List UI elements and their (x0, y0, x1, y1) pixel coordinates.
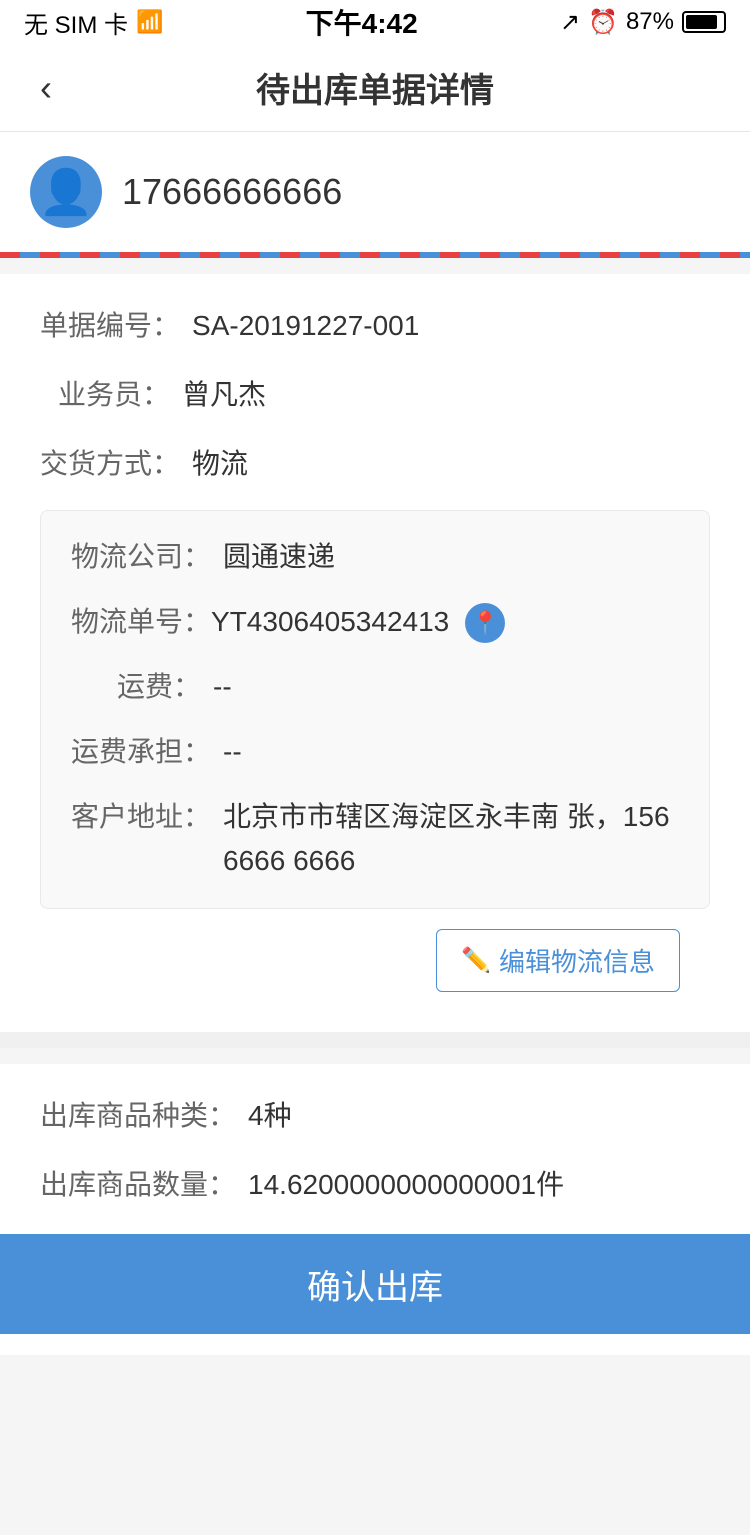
back-button[interactable]: ‹ (30, 57, 62, 119)
edit-logistics-label: 编辑物流信息 (499, 942, 655, 979)
logistics-section: 物流公司： 圆通速递 物流单号： YT4306405342413 📍 运费： -… (40, 510, 710, 909)
edit-btn-row: ✏️ 编辑物流信息 (40, 909, 710, 1002)
carrier-label: 无 SIM 卡 (24, 5, 128, 40)
freight-bearer-label: 运费承担： (71, 730, 211, 775)
order-no-row: 单据编号： SA-20191227-001 (40, 304, 710, 349)
freight-row: 运费： -- (71, 665, 679, 710)
alarm-icon: ⏰ (588, 8, 618, 37)
status-bar: 无 SIM 卡 📶 下午4:42 ↗ ⏰ 87% (0, 0, 750, 44)
freight-label: 运费： (71, 665, 201, 710)
nav-bar: ‹ 待出库单据详情 (0, 44, 750, 132)
section-divider (0, 1032, 750, 1048)
map-pin-icon: 📍 (472, 605, 499, 640)
page-title: 待出库单据详情 (256, 63, 494, 112)
location-icon[interactable]: 📍 (465, 603, 505, 643)
basic-info-section: 单据编号： SA-20191227-001 业务员： 曾凡杰 交货方式： 物流 … (0, 274, 750, 1032)
delivery-label: 交货方式： (40, 442, 180, 487)
status-left: 无 SIM 卡 📶 (24, 5, 163, 40)
location-icon: ↗ (560, 8, 580, 37)
address-value: 北京市市辖区海淀区永丰南 张，156 6666 6666 (223, 795, 679, 885)
battery-fill (686, 15, 717, 29)
address-row: 客户地址： 北京市市辖区海淀区永丰南 张，156 6666 6666 (71, 795, 679, 885)
freight-value: -- (213, 665, 679, 710)
wifi-icon: 📶 (136, 9, 163, 35)
salesman-row: 业务员： 曾凡杰 (40, 373, 710, 418)
logistics-company-label: 物流公司： (71, 535, 211, 580)
salesman-value: 曾凡杰 (182, 373, 710, 418)
item-type-value: 4种 (248, 1094, 710, 1139)
battery-indicator (682, 11, 726, 33)
item-qty-row: 出库商品数量： 14.6200000000000001件 (40, 1163, 710, 1208)
freight-bearer-row: 运费承担： -- (71, 730, 679, 775)
item-qty-label: 出库商品数量： (40, 1163, 236, 1208)
status-right: ↗ ⏰ 87% (560, 8, 726, 37)
address-label: 客户地址： (71, 795, 211, 840)
delivery-value: 物流 (192, 442, 710, 487)
logistics-company-row: 物流公司： 圆通速递 (71, 535, 679, 580)
battery-percent: 87% (626, 8, 674, 36)
tracking-label: 物流单号： (71, 600, 211, 645)
confirm-outbound-button[interactable]: 确认出库 (0, 1234, 750, 1334)
avatar-icon: 👤 (39, 166, 94, 218)
time-label: 下午4:42 (306, 2, 418, 42)
tracking-row: 物流单号： YT4306405342413 📍 (71, 600, 679, 645)
item-type-row: 出库商品种类： 4种 (40, 1094, 710, 1139)
delivery-row: 交货方式： 物流 (40, 442, 710, 487)
avatar: 👤 (30, 156, 102, 228)
item-qty-value: 14.6200000000000001件 (248, 1163, 710, 1208)
order-no-value: SA-20191227-001 (192, 304, 710, 349)
phone-number: 17666666666 (122, 171, 342, 213)
edit-icon: ✏️ (461, 946, 491, 975)
edit-logistics-button[interactable]: ✏️ 编辑物流信息 (436, 929, 680, 992)
confirm-btn-label: 确认出库 (307, 1260, 443, 1309)
empty-area (0, 1355, 750, 1535)
tracking-number-area: YT4306405342413 📍 (211, 600, 505, 645)
salesman-label: 业务员： (40, 373, 170, 418)
freight-bearer-value: -- (223, 730, 679, 775)
item-type-label: 出库商品种类： (40, 1094, 236, 1139)
dashed-divider (0, 252, 750, 258)
tracking-number: YT4306405342413 (211, 600, 449, 645)
phone-header: 👤 17666666666 (0, 132, 750, 252)
logistics-company-value: 圆通速递 (223, 535, 679, 580)
order-no-label: 单据编号： (40, 304, 180, 349)
